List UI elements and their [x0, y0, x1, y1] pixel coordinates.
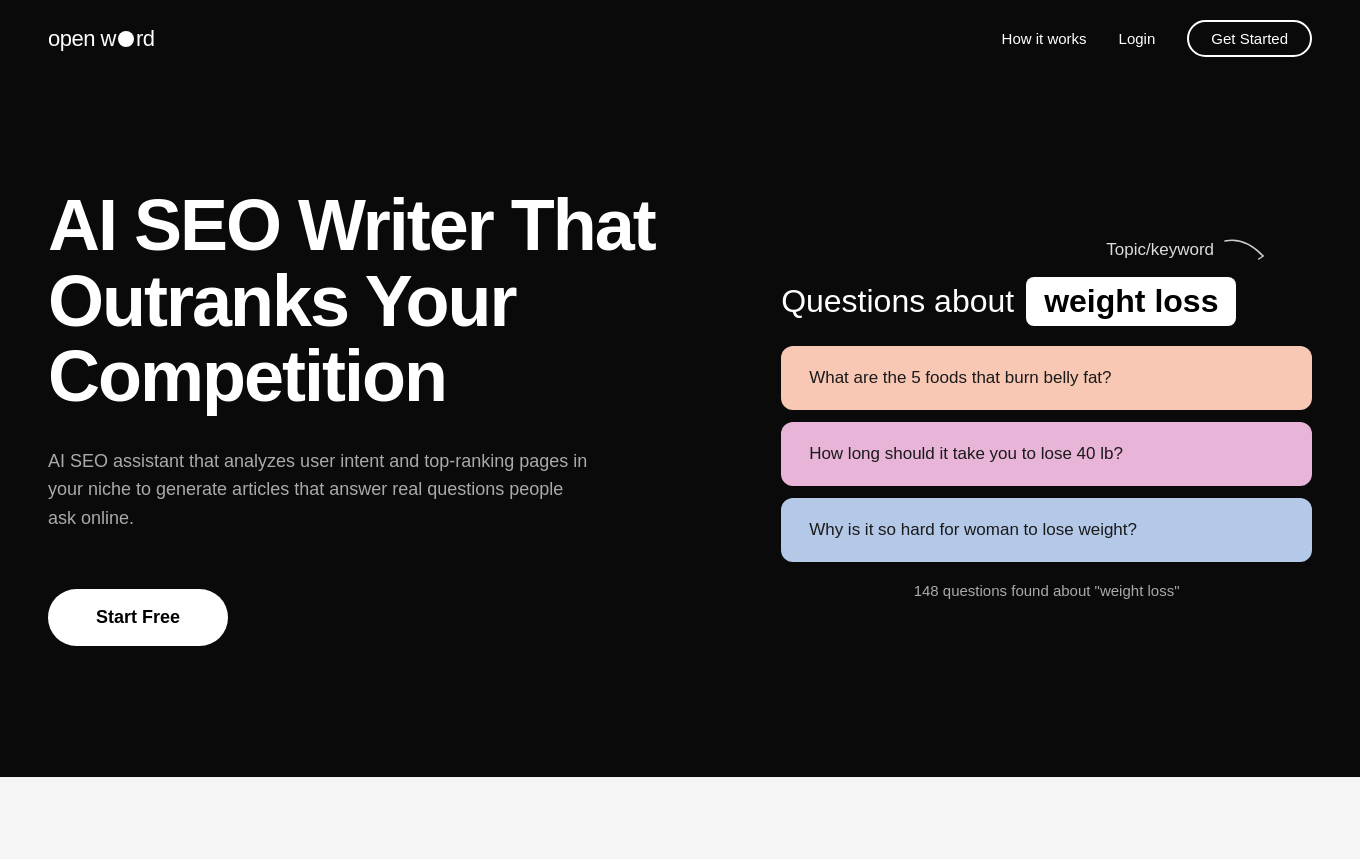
get-started-button[interactable]: Get Started	[1187, 20, 1312, 57]
questions-prefix: Questions about	[781, 283, 1014, 320]
hero-section: AI SEO Writer That Outranks Your Competi…	[0, 77, 1360, 777]
nav-login[interactable]: Login	[1119, 30, 1156, 47]
hero-right: Topic/keyword Questions about weight los…	[781, 235, 1312, 599]
question-card-2[interactable]: How long should it take you to lose 40 l…	[781, 422, 1312, 486]
question-card-3[interactable]: Why is it so hard for woman to lose weig…	[781, 498, 1312, 562]
hero-title: AI SEO Writer That Outranks Your Competi…	[48, 188, 743, 415]
nav-how-it-works[interactable]: How it works	[1002, 30, 1087, 47]
topic-label-row: Topic/keyword	[1106, 235, 1282, 265]
hero-left: AI SEO Writer That Outranks Your Competi…	[48, 188, 743, 646]
arrow-icon	[1222, 235, 1282, 265]
navbar: open wrd How it works Login Get Started	[0, 0, 1360, 77]
nav-links: How it works Login Get Started	[1002, 20, 1312, 57]
questions-header: Questions about weight loss	[781, 277, 1236, 326]
start-free-button[interactable]: Start Free	[48, 589, 228, 646]
logo: open wrd	[48, 26, 155, 52]
topic-label: Topic/keyword	[1106, 240, 1214, 260]
question-card-1[interactable]: What are the 5 foods that burn belly fat…	[781, 346, 1312, 410]
logo-text: open wrd	[48, 26, 155, 52]
how-it-works-section: How it works	[0, 777, 1360, 859]
keyword-badge: weight loss	[1026, 277, 1236, 326]
hero-description: AI SEO assistant that analyzes user inte…	[48, 447, 588, 533]
questions-count: 148 questions found about "weight loss"	[914, 582, 1180, 599]
